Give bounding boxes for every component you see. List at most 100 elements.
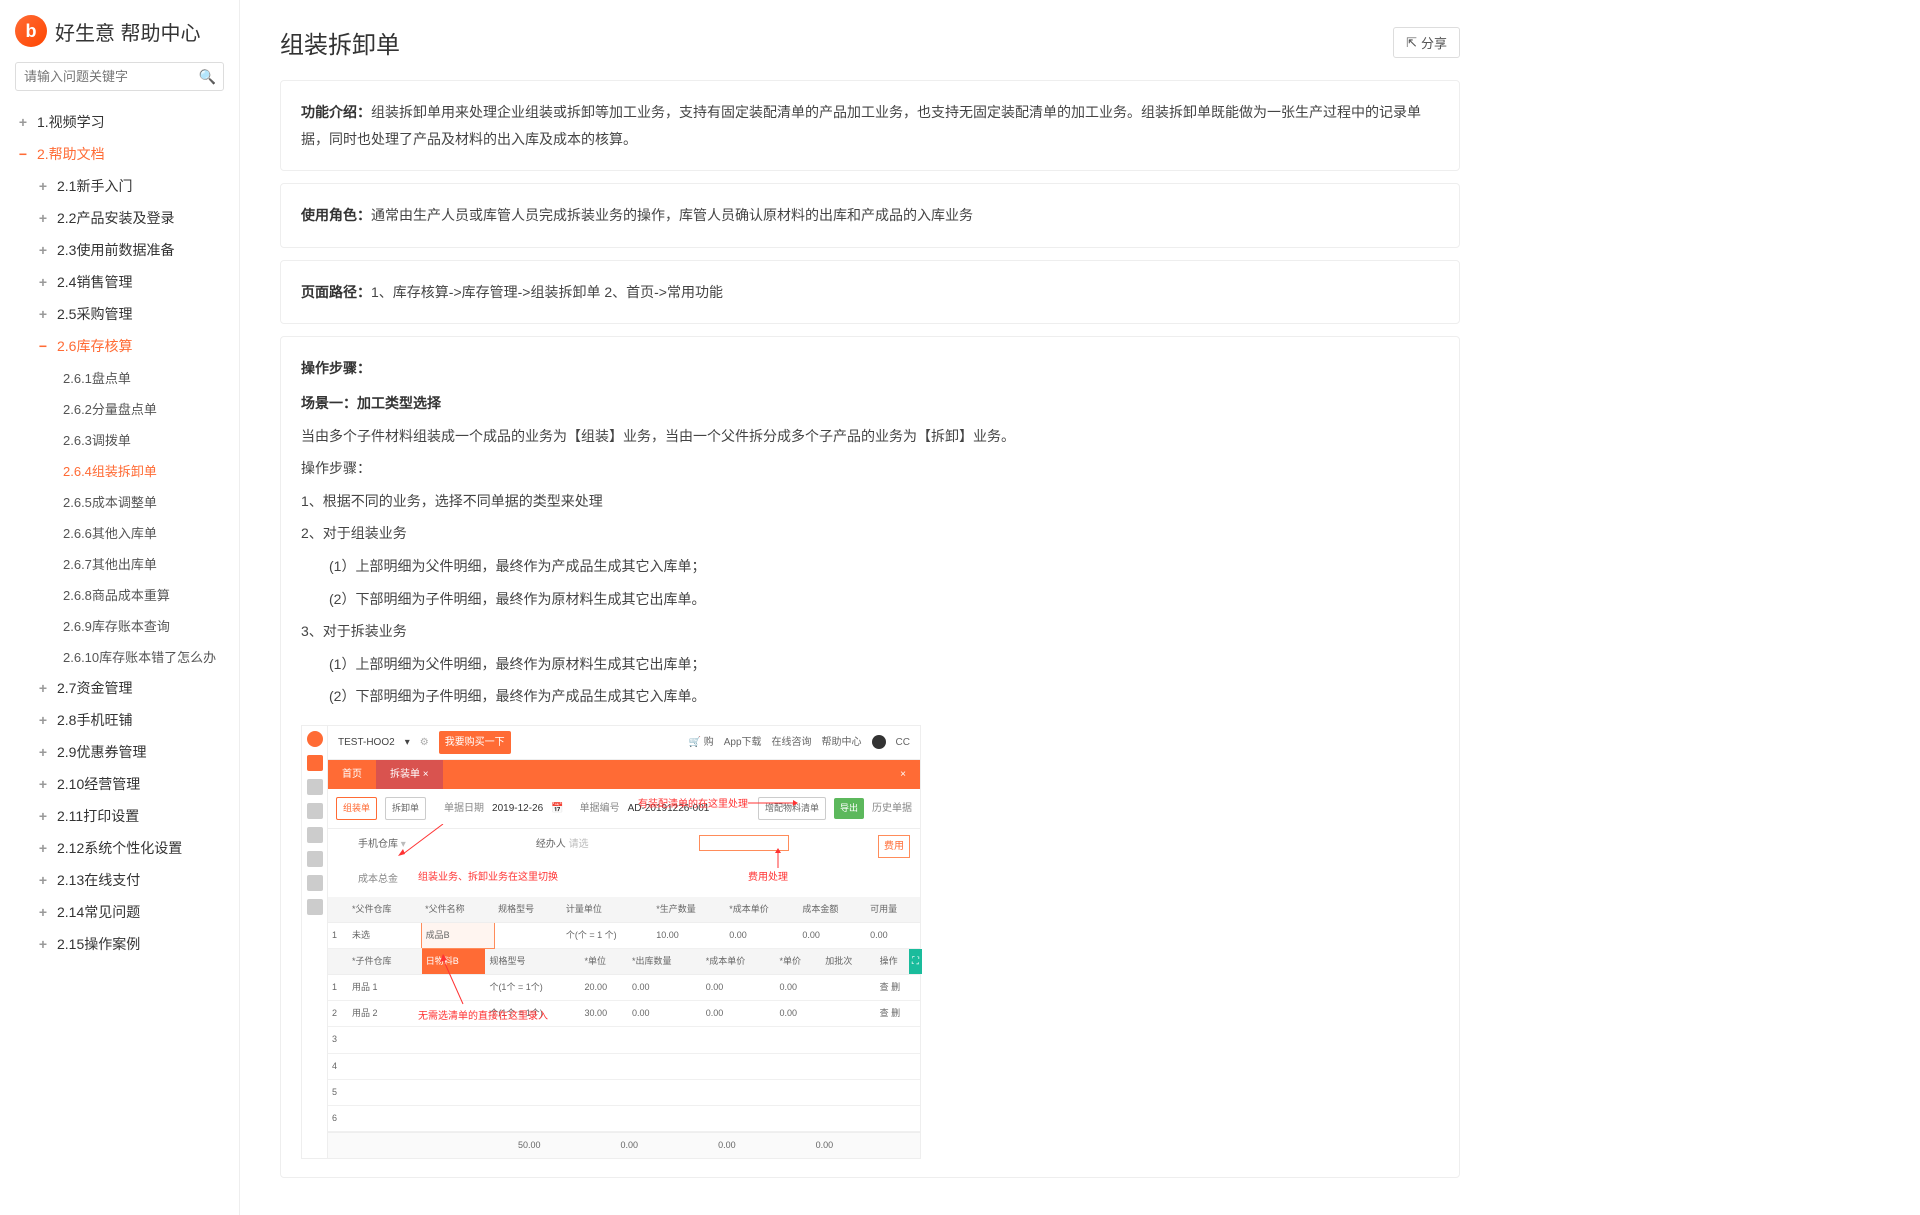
step-3-2: (2）下部明细为子件明细，最终作为产成品生成其它入库单。 <box>301 683 1439 710</box>
close-icon: × <box>886 760 920 789</box>
nav-video[interactable]: +1.视频学习 <box>15 106 239 138</box>
search-input[interactable] <box>15 62 224 91</box>
nav-2-6-9[interactable]: 2.6.9库存账本查询 <box>15 610 239 641</box>
nav-2-14[interactable]: +2.14常见问题 <box>15 896 239 928</box>
nav-2-15[interactable]: +2.15操作案例 <box>15 928 239 960</box>
share-icon: ⇱ <box>1406 35 1417 51</box>
ss-leftbar <box>302 726 328 1158</box>
ss-history: 历史单据 <box>872 799 912 818</box>
role-label: 使用角色： <box>301 207 371 223</box>
steps-title: 操作步骤： <box>301 360 371 376</box>
ss-nav-icon <box>307 899 323 915</box>
intro-card: 功能介绍：组装拆卸单用来处理企业组装或拆卸等加工业务，支持有固定装配清单的产品加… <box>280 80 1460 171</box>
path-label: 页面路径： <box>301 284 371 300</box>
intro-text: 组装拆卸单用来处理企业组装或拆卸等加工业务，支持有固定装配清单的产品加工业务，也… <box>301 104 1421 147</box>
ss-nav-icon <box>307 827 323 843</box>
ss-parent-table: *父件仓库*父件名称规格型号计量单位*生产数量*成本单价成本金额可用量 1未选成… <box>328 897 920 949</box>
ss-content: TEST-HOO2 ▾ ⚙ 我要购买一下 🛒 购 App下载 在线咨询 帮助中心 <box>328 726 920 1158</box>
role-text: 通常由生产人员或库管人员完成拆装业务的操作，库管人员确认原材料的出库和产成品的入… <box>371 207 973 223</box>
nav-2-10[interactable]: +2.10经营管理 <box>15 768 239 800</box>
intro-label: 功能介绍： <box>301 104 371 120</box>
nav-2-6-2[interactable]: 2.6.2分量盘点单 <box>15 393 239 424</box>
search-icon[interactable]: 🔍 <box>199 68 216 85</box>
nav-2-7[interactable]: +2.7资金管理 <box>15 672 239 704</box>
nav-2-6-7[interactable]: 2.6.7其他出库单 <box>15 548 239 579</box>
plus-icon: + <box>35 306 51 322</box>
nav-2-11[interactable]: +2.11打印设置 <box>15 800 239 832</box>
ss-annot-1: 有装配清单的在这里处理 <box>638 795 748 814</box>
scene-desc: 当由多个子件材料组装成一个成品的业务为【组装】业务，当由一个父件拆分成多个子产品… <box>301 423 1439 450</box>
ss-bom-btn: 增配物料清单 <box>758 797 826 820</box>
ss-nav-icon <box>307 755 323 771</box>
ss-footer: 50.00 0.00 0.00 0.00 <box>328 1132 920 1158</box>
nav-2-9[interactable]: +2.9优惠券管理 <box>15 736 239 768</box>
plus-icon: + <box>35 242 51 258</box>
expand-icon: ⛶ <box>909 949 922 974</box>
ss-export: 导出 <box>834 798 864 819</box>
gear-icon: ⚙ <box>420 733 429 752</box>
ss-online: 在线咨询 <box>772 733 812 752</box>
ss-nav-icon <box>307 851 323 867</box>
share-button[interactable]: ⇱ 分享 <box>1393 27 1460 58</box>
ss-buy-btn: 我要购买一下 <box>439 731 511 754</box>
main-content: 组装拆卸单 ⇱ 分享 功能介绍：组装拆卸单用来处理企业组装或拆卸等加工业务，支持… <box>240 0 1500 1215</box>
nav-2-6-1[interactable]: 2.6.1盘点单 <box>15 362 239 393</box>
nav-2-6-8[interactable]: 2.6.8商品成本重算 <box>15 579 239 610</box>
nav-2-1[interactable]: +2.1新手入门 <box>15 170 239 202</box>
plus-icon: + <box>35 936 51 952</box>
scene-title: 场景一：加工类型选择 <box>301 395 441 411</box>
ss-input <box>699 835 789 851</box>
step-3-1: (1）上部明细为父件明细，最终作为原材料生成其它出库单； <box>301 651 1439 678</box>
step-1: 1、根据不同的业务，选择不同单据的类型来处理 <box>301 488 1439 515</box>
ss-nav-icon <box>307 803 323 819</box>
ss-annot-4: 无需选清单的直接在这里录入 <box>418 1007 548 1026</box>
chevron-down-icon: ▾ <box>405 733 410 752</box>
nav-2-6-4[interactable]: 2.6.4组装拆卸单 <box>15 455 239 486</box>
ss-annot-3: 费用处理 <box>748 868 788 887</box>
nav-2-6-10[interactable]: 2.6.10库存账本错了怎么办 <box>15 641 239 672</box>
path-card: 页面路径：1、库存核算->库存管理->组装拆卸单 2、首页->常用功能 <box>280 260 1460 325</box>
avatar-icon <box>872 735 886 749</box>
ss-tab-home: 首页 <box>328 760 376 789</box>
logo-text: 好生意 帮助中心 <box>55 17 201 46</box>
role-card: 使用角色：通常由生产人员或库管人员完成拆装业务的操作，库管人员确认原材料的出库和… <box>280 183 1460 248</box>
nav-list: +1.视频学习 −2.帮助文档 +2.1新手入门 +2.2产品安装及登录 +2.… <box>15 106 239 960</box>
plus-icon: + <box>35 808 51 824</box>
ss-form-row: 手机仓库 ▾ 经办人 请选 费用 <box>328 829 920 870</box>
nav-2-6[interactable]: −2.6库存核算 <box>15 330 239 362</box>
nav-2-6-6[interactable]: 2.6.6其他入库单 <box>15 517 239 548</box>
nav-2-6-3[interactable]: 2.6.3调拨单 <box>15 424 239 455</box>
plus-icon: + <box>35 274 51 290</box>
ss-cart: 🛒 购 <box>689 733 714 752</box>
nav-2-8[interactable]: +2.8手机旺铺 <box>15 704 239 736</box>
nav-2-13[interactable]: +2.13在线支付 <box>15 864 239 896</box>
ss-nav-icon <box>307 779 323 795</box>
step-2-1: (1）上部明细为父件明细，最终作为产成品生成其它入库单； <box>301 553 1439 580</box>
plus-icon: + <box>35 712 51 728</box>
ss-radio-disassemble: 拆卸单 <box>385 797 426 820</box>
nav-2-5[interactable]: +2.5采购管理 <box>15 298 239 330</box>
ss-user: CC <box>896 733 910 752</box>
ss-docno-label: 单据编号 <box>580 799 620 818</box>
ss-child-table: *子件仓库日物料B规格型号*单位*出库数量*成本单价*单价加批次操作 1用品 1… <box>328 949 920 1132</box>
page-header: 组装拆卸单 ⇱ 分享 <box>280 25 1460 60</box>
ss-app: App下载 <box>724 733 762 752</box>
plus-icon: + <box>35 904 51 920</box>
nav-2-2[interactable]: +2.2产品安装及登录 <box>15 202 239 234</box>
plus-icon: + <box>35 178 51 194</box>
ss-logo-icon <box>307 731 323 747</box>
plus-icon: + <box>35 210 51 226</box>
calendar-icon: 📅 <box>551 799 563 818</box>
plus-icon: + <box>15 114 31 130</box>
nav-2-4[interactable]: +2.4销售管理 <box>15 266 239 298</box>
step-3: 3、对于拆装业务 <box>301 618 1439 645</box>
path-text: 1、库存核算->库存管理->组装拆卸单 2、首页->常用功能 <box>371 284 723 300</box>
nav-docs[interactable]: −2.帮助文档 <box>15 138 239 170</box>
minus-icon: − <box>15 146 31 162</box>
ss-body: TEST-HOO2 ▾ ⚙ 我要购买一下 🛒 购 App下载 在线咨询 帮助中心 <box>302 726 920 1158</box>
nav-2-6-5[interactable]: 2.6.5成本调整单 <box>15 486 239 517</box>
nav-2-3[interactable]: +2.3使用前数据准备 <box>15 234 239 266</box>
minus-icon: − <box>35 338 51 354</box>
ss-radio-assemble: 组装单 <box>336 797 377 820</box>
nav-2-12[interactable]: +2.12系统个性化设置 <box>15 832 239 864</box>
